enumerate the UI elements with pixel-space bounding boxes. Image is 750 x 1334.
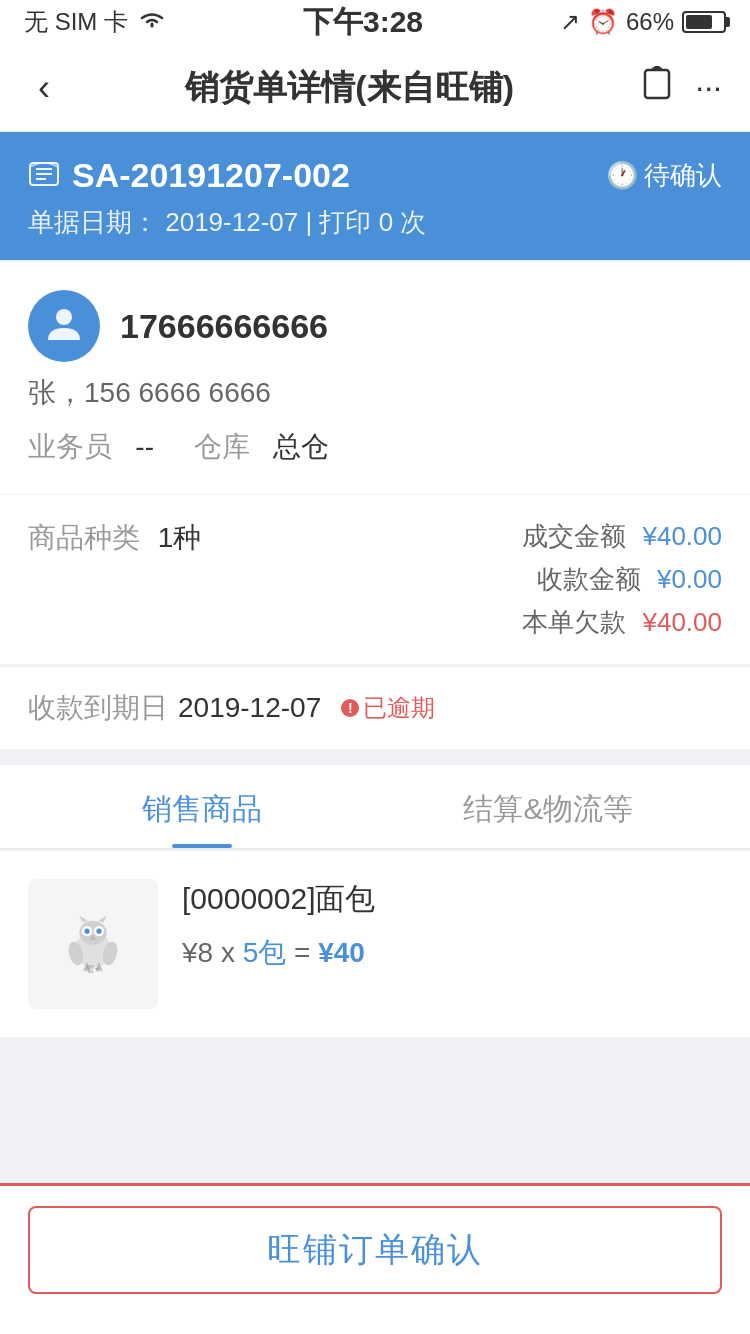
order-header-banner: SA-20191207-002 🕐 待确认 单据日期： 2019-12-07 |… bbox=[0, 132, 750, 260]
status-time: 下午3:28 bbox=[303, 2, 423, 43]
price-qty: 5包 bbox=[243, 937, 287, 968]
tab-settlement[interactable]: 结算&物流等 bbox=[375, 765, 722, 848]
received-amount-value: ¥0.00 bbox=[657, 564, 722, 595]
order-id: SA-20191207-002 bbox=[28, 156, 350, 195]
overdue-badge: ! 已逾期 bbox=[341, 692, 435, 724]
due-date-value: 2019-12-07 bbox=[178, 692, 321, 724]
owed-amount-value: ¥40.00 bbox=[642, 607, 722, 638]
tab-sales-products[interactable]: 销售商品 bbox=[28, 765, 375, 848]
price-total: ¥40 bbox=[318, 937, 365, 968]
deal-amount-value: ¥40.00 bbox=[642, 521, 722, 552]
deal-amount-label: 成交金额 bbox=[522, 519, 626, 554]
order-date-value: 2019-12-07 bbox=[165, 207, 298, 237]
bottom-action-bar: 旺铺订单确认 bbox=[0, 1183, 750, 1334]
alarm-icon: ⏰ bbox=[588, 8, 618, 36]
more-button[interactable]: ··· bbox=[695, 69, 722, 106]
overdue-icon: ! bbox=[341, 699, 359, 717]
status-left: 无 SIM 卡 bbox=[24, 6, 166, 38]
wifi-icon bbox=[138, 8, 166, 36]
product-list: 管+ [0000002]面包 ¥8 x 5包 = ¥40 bbox=[0, 851, 750, 1037]
order-id-icon bbox=[28, 156, 60, 195]
nav-actions: ··· bbox=[639, 66, 722, 110]
overdue-text: 已逾期 bbox=[363, 692, 435, 724]
svg-marker-15 bbox=[98, 916, 107, 923]
price-text: ¥8 x bbox=[182, 937, 243, 968]
received-amount-row: 收款金额 ¥0.00 bbox=[537, 562, 722, 597]
tabs-section: 销售商品 结算&物流等 bbox=[0, 765, 750, 849]
battery-icon bbox=[682, 11, 726, 33]
page-title: 销货单详情(来自旺铺) bbox=[185, 65, 514, 111]
received-amount-label: 收款金额 bbox=[537, 562, 641, 597]
svg-rect-0 bbox=[645, 70, 669, 98]
owed-amount-row: 本单欠款 ¥40.00 bbox=[522, 605, 722, 640]
warehouse-label: 仓库 bbox=[194, 431, 250, 462]
customer-name: 张，156 6666 6666 bbox=[28, 374, 722, 412]
product-type-row: 商品种类 1种 bbox=[28, 519, 201, 557]
nav-bar: ‹ 销货单详情(来自旺铺) ··· bbox=[0, 44, 750, 132]
customer-meta: 业务员 -- 仓库 总仓 bbox=[28, 428, 722, 466]
location-icon: ↗ bbox=[560, 8, 580, 36]
summary-section: 商品种类 1种 成交金额 ¥40.00 收款金额 ¥0.00 本单欠款 ¥40.… bbox=[0, 495, 750, 664]
due-date-label: 收款到期日 bbox=[28, 689, 168, 727]
product-type-label: 商品种类 bbox=[28, 522, 140, 553]
product-details: [0000002]面包 ¥8 x 5包 = ¥40 bbox=[182, 879, 722, 972]
avatar bbox=[28, 290, 100, 362]
due-date-section: 收款到期日 2019-12-07 ! 已逾期 bbox=[0, 666, 750, 749]
order-status: 🕐 待确认 bbox=[606, 158, 722, 193]
svg-point-6 bbox=[56, 309, 72, 325]
status-bar: 无 SIM 卡 下午3:28 ↗ ⏰ 66% bbox=[0, 0, 750, 44]
battery-percent: 66% bbox=[626, 8, 674, 36]
product-name: [0000002]面包 bbox=[182, 879, 722, 920]
order-id-text: SA-20191207-002 bbox=[72, 156, 350, 195]
order-status-text: 待确认 bbox=[644, 158, 722, 193]
confirm-order-button[interactable]: 旺铺订单确认 bbox=[28, 1206, 722, 1294]
clock-icon: 🕐 bbox=[606, 160, 638, 191]
svg-text:管+: 管+ bbox=[86, 964, 100, 974]
sales-value: -- bbox=[135, 431, 154, 462]
svg-point-11 bbox=[84, 929, 89, 934]
order-date-label: 单据日期： bbox=[28, 207, 158, 237]
warehouse-value: 总仓 bbox=[273, 431, 329, 462]
tab-bar: 销售商品 结算&物流等 bbox=[0, 765, 750, 848]
amount-summary: 成交金额 ¥40.00 收款金额 ¥0.00 本单欠款 ¥40.00 bbox=[522, 519, 722, 640]
customer-section: 17666666666 张，156 6666 6666 业务员 -- 仓库 总仓 bbox=[0, 262, 750, 494]
svg-point-12 bbox=[96, 929, 101, 934]
back-button[interactable]: ‹ bbox=[28, 57, 60, 119]
sales-label: 业务员 bbox=[28, 431, 112, 462]
product-type-value: 1种 bbox=[158, 522, 202, 553]
avatar-icon bbox=[44, 302, 84, 351]
deal-amount-row: 成交金额 ¥40.00 bbox=[522, 519, 722, 554]
product-item: 管+ [0000002]面包 ¥8 x 5包 = ¥40 bbox=[0, 851, 750, 1037]
product-price: ¥8 x 5包 = ¥40 bbox=[182, 934, 722, 972]
order-print-info: | 打印 0 次 bbox=[305, 207, 426, 237]
tab-sales-label: 销售商品 bbox=[142, 792, 262, 825]
tab-settlement-label: 结算&物流等 bbox=[463, 792, 633, 825]
svg-marker-14 bbox=[79, 916, 88, 923]
share-button[interactable] bbox=[639, 66, 675, 110]
order-date-row: 单据日期： 2019-12-07 | 打印 0 次 bbox=[28, 205, 722, 240]
product-thumbnail: 管+ bbox=[28, 879, 158, 1009]
status-right: ↗ ⏰ 66% bbox=[560, 8, 726, 36]
customer-phone[interactable]: 17666666666 bbox=[120, 307, 328, 346]
price-separator: = bbox=[294, 937, 318, 968]
carrier-label: 无 SIM 卡 bbox=[24, 6, 128, 38]
owed-amount-label: 本单欠款 bbox=[522, 605, 626, 640]
